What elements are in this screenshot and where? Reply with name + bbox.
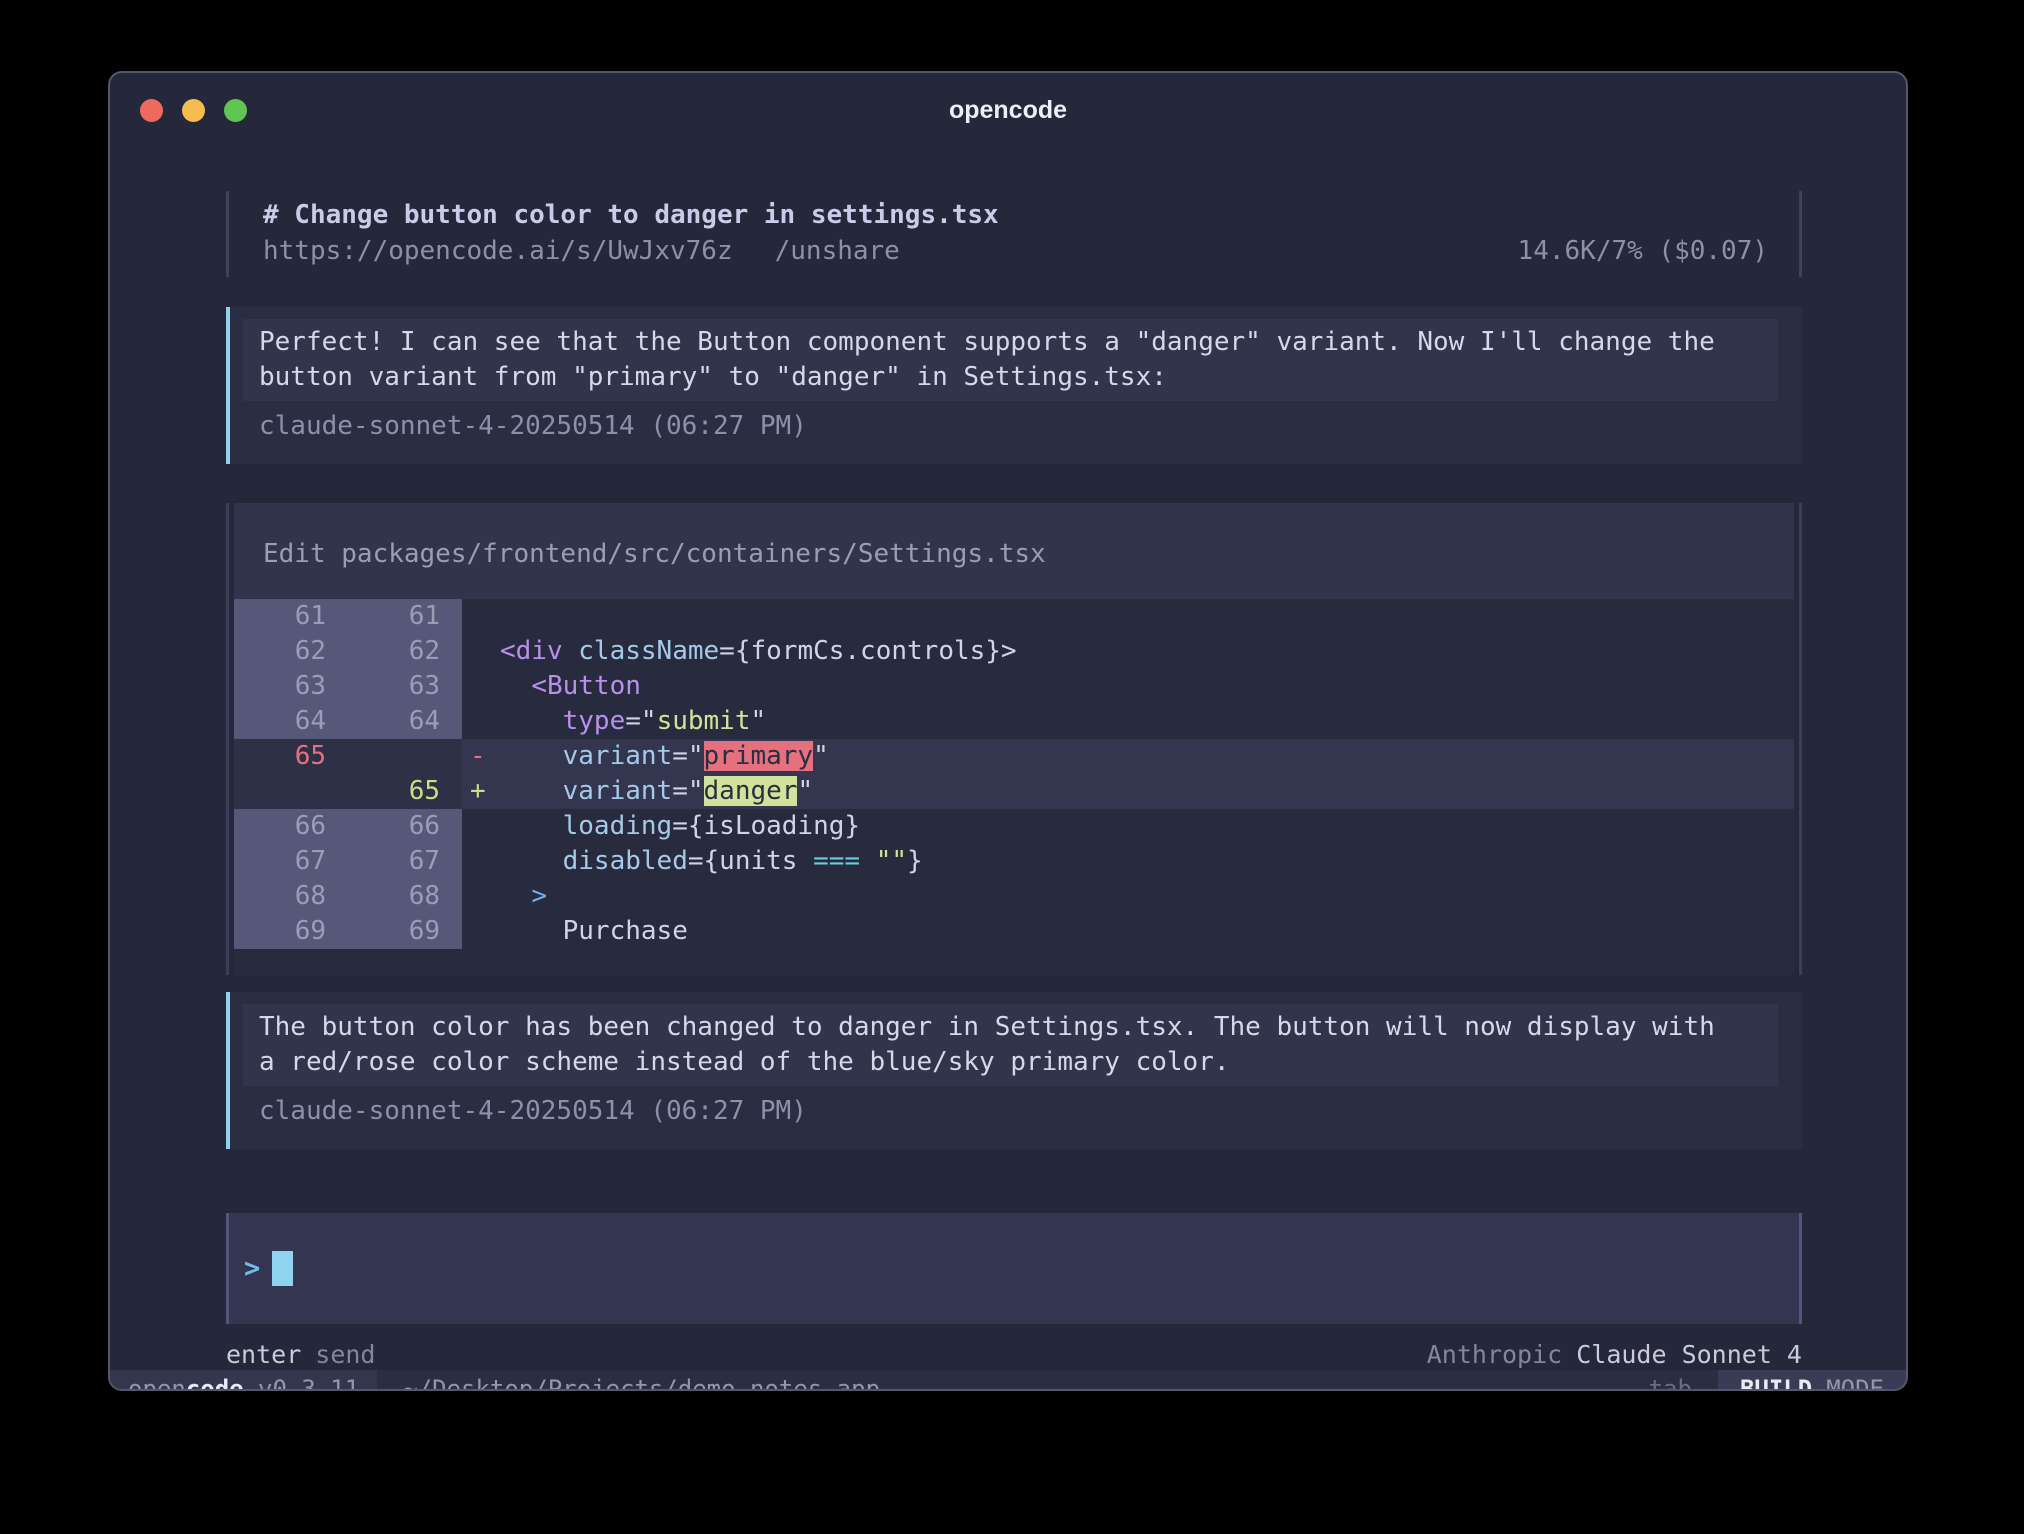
diff-marker (462, 634, 500, 669)
old-line-number: 64 (234, 704, 348, 739)
app-version-chip: opencode v0.3.11 (110, 1370, 377, 1391)
app-window: opencode # Change button color to danger… (108, 71, 1908, 1391)
code-line: loading={isLoading} (500, 809, 1794, 844)
diff-marker: + (462, 774, 500, 809)
new-line-number: 64 (348, 704, 462, 739)
message-text: Perfect! I can see that the Button compo… (243, 319, 1778, 401)
diff-marker (462, 809, 500, 844)
prompt-chevron: > (244, 1253, 260, 1284)
send-action-hint: send (315, 1340, 375, 1369)
diff-marker: - (462, 739, 500, 774)
diff-row: 6767 disabled={units === ""} (234, 844, 1794, 879)
prompt-input[interactable]: > (226, 1213, 1802, 1324)
text-cursor (272, 1251, 293, 1286)
app-version: v0.3.11 (258, 1375, 359, 1391)
session-content: # Change button color to danger in setti… (226, 147, 1802, 1370)
mode-chip[interactable]: BUILD MODE (1718, 1370, 1906, 1391)
diff-marker (462, 599, 500, 634)
model-timestamp: claude-sonnet-4-20250514 (06:27 PM) (259, 409, 1778, 444)
edit-file-title: Edit packages/frontend/src/containers/Se… (234, 503, 1794, 599)
message-text: The button color has been changed to dan… (243, 1004, 1778, 1086)
title-bar: opencode (110, 73, 1906, 147)
assistant-message: Perfect! I can see that the Button compo… (226, 307, 1802, 464)
code-line: type="submit" (500, 704, 1794, 739)
mode-name: BUILD (1740, 1375, 1812, 1391)
new-line-number (348, 739, 462, 774)
old-line-number: 61 (234, 599, 348, 634)
window-title: opencode (110, 96, 1906, 125)
diff-marker (462, 669, 500, 704)
working-directory: ~/Desktop/Projects/demo-notes-app (403, 1375, 880, 1391)
code-line (500, 599, 1794, 634)
status-bar: opencode v0.3.11 ~/Desktop/Projects/demo… (110, 1370, 1906, 1391)
edit-tool-card: Edit packages/frontend/src/containers/Se… (226, 503, 1802, 975)
new-line-number: 63 (348, 669, 462, 704)
old-line-number: 65 (234, 739, 348, 774)
new-line-number: 66 (348, 809, 462, 844)
diff-row: 6666 loading={isLoading} (234, 809, 1794, 844)
diff-marker (462, 704, 500, 739)
new-line-number: 61 (348, 599, 462, 634)
new-line-number: 67 (348, 844, 462, 879)
new-line-number: 65 (348, 774, 462, 809)
diff-row: 65 - variant="primary" (234, 739, 1794, 774)
model-timestamp: claude-sonnet-4-20250514 (06:27 PM) (259, 1094, 1778, 1129)
mode-suffix: MODE (1826, 1375, 1884, 1391)
diff-row: 6868 > (234, 879, 1794, 914)
diff-view: 61616262 <div className={formCs.controls}… (234, 599, 1794, 975)
diff-row: 65+ variant="danger" (234, 774, 1794, 809)
session-header: # Change button color to danger in setti… (226, 191, 1802, 277)
provider-label: Anthropic (1427, 1340, 1562, 1369)
old-line-number: 69 (234, 914, 348, 949)
old-line-number (234, 774, 348, 809)
unshare-command: /unshare (775, 233, 900, 269)
old-line-number: 62 (234, 634, 348, 669)
diff-row: 6262 <div className={formCs.controls}> (234, 634, 1794, 669)
code-line: Purchase (500, 914, 1794, 949)
tab-key-hint[interactable]: tab (1649, 1375, 1692, 1391)
old-line-number: 63 (234, 669, 348, 704)
diff-row: 6464 type="submit" (234, 704, 1794, 739)
token-cost-stats: 14.6K/7% ($0.07) (1518, 236, 1768, 266)
old-line-number: 68 (234, 879, 348, 914)
code-line: variant="danger" (500, 774, 1794, 809)
diff-row: 6969 Purchase (234, 914, 1794, 949)
share-url[interactable]: https://opencode.ai/s/UwJxv76z (263, 233, 733, 269)
new-line-number: 62 (348, 634, 462, 669)
old-line-number: 66 (234, 809, 348, 844)
old-line-number: 67 (234, 844, 348, 879)
code-line: > (500, 879, 1794, 914)
assistant-message: The button color has been changed to dan… (226, 992, 1802, 1149)
code-line: <Button (500, 669, 1794, 704)
session-title: # Change button color to danger in setti… (263, 197, 999, 233)
model-label: Claude Sonnet 4 (1576, 1340, 1802, 1369)
app-name-open: open (128, 1375, 186, 1391)
code-line: <div className={formCs.controls}> (500, 634, 1794, 669)
diff-row: 6161 (234, 599, 1794, 634)
diff-rows: 61616262 <div className={formCs.controls}… (234, 599, 1794, 949)
new-line-number: 69 (348, 914, 462, 949)
code-line: disabled={units === ""} (500, 844, 1794, 879)
diff-marker (462, 879, 500, 914)
code-line: variant="primary" (500, 739, 1794, 774)
enter-key-hint: enter (226, 1340, 301, 1369)
hint-row: enter send Anthropic Claude Sonnet 4 (226, 1340, 1802, 1370)
diff-marker (462, 844, 500, 879)
diff-row: 6363 <Button (234, 669, 1794, 704)
diff-marker (462, 914, 500, 949)
new-line-number: 68 (348, 879, 462, 914)
app-name-code: code (186, 1375, 244, 1391)
